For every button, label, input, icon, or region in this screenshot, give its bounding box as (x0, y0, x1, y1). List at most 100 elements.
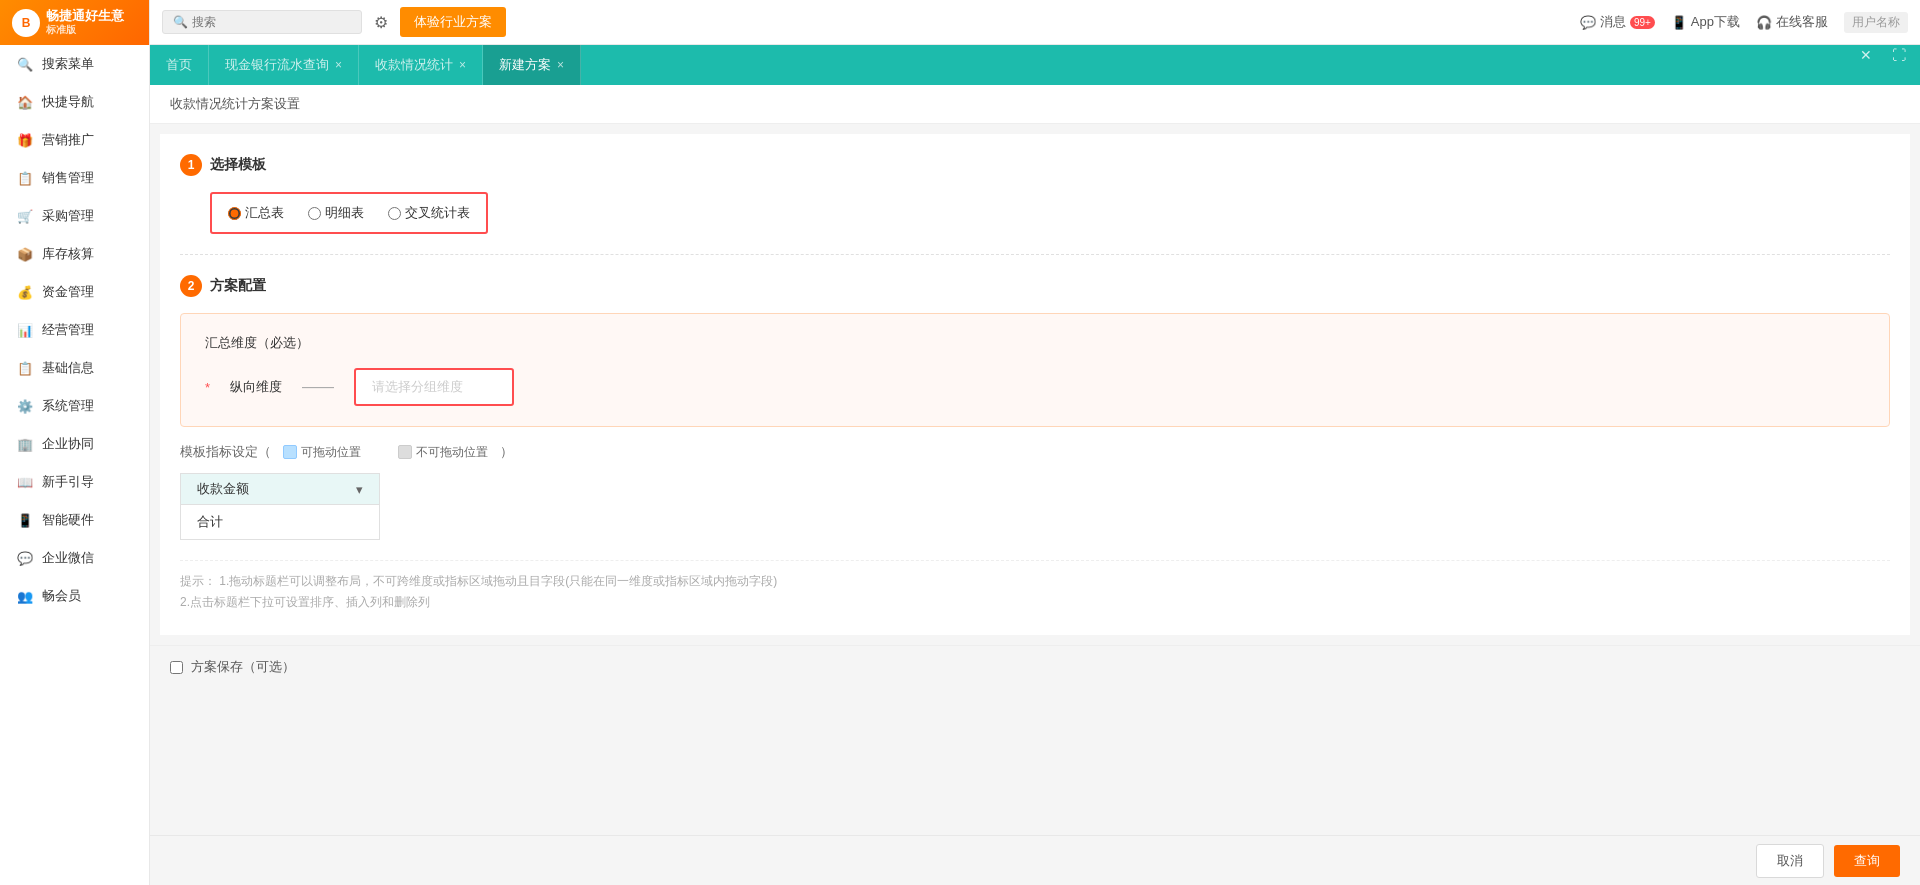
search-icon: 🔍 (173, 15, 188, 29)
tab-new-plan[interactable]: 新建方案 × (483, 45, 581, 85)
metrics-table-header[interactable]: 收款金额 ▾ (181, 474, 379, 505)
tips-section: 提示： 1.拖动标题栏可以调整布局，不可跨维度或指标区域拖动且目字段(只能在同一… (180, 560, 1890, 611)
radio-crosstab[interactable]: 交叉统计表 (388, 204, 470, 222)
close-new-plan-icon[interactable]: × (557, 58, 564, 72)
sidebar-item-enterprise[interactable]: 🏢 企业协同 (0, 425, 149, 463)
window-controls: ✕ ⛶ (1854, 45, 1920, 85)
query-button[interactable]: 查询 (1834, 845, 1900, 877)
form-section: 1 选择模板 汇总表 明细表 交叉统计表 2 (160, 134, 1910, 635)
window-maximize-icon[interactable]: ⛶ (1886, 45, 1912, 85)
sidebar-header: B 畅捷通好生意 标准版 (0, 0, 149, 45)
metrics-close-paren: ） (500, 443, 513, 461)
cancel-button[interactable]: 取消 (1756, 844, 1824, 878)
sidebar-item-inventory[interactable]: 📦 库存核算 (0, 235, 149, 273)
sidebar-item-operations[interactable]: 📊 经营管理 (0, 311, 149, 349)
sidebar-item-marketing[interactable]: 🎁 营销推广 (0, 121, 149, 159)
sidebar-item-hardware[interactable]: 📱 智能硬件 (0, 501, 149, 539)
messages-btn[interactable]: 💬 消息 99+ (1580, 13, 1655, 31)
radio-crosstab-input[interactable] (388, 207, 401, 220)
fixed-label: 不可拖动位置 (416, 444, 488, 461)
sidebar-item-basics[interactable]: 📋 基础信息 (0, 349, 149, 387)
step2-text: 方案配置 (210, 277, 266, 295)
purchase-icon: 🛒 (16, 207, 34, 225)
main-area: 🔍 ⚙ 体验行业方案 💬 消息 99+ 📱 App下载 🎧 在线客服 用户名称 (150, 0, 1920, 885)
guide-icon: 📖 (16, 473, 34, 491)
logo-icon: B (12, 9, 40, 37)
sidebar-item-search-menu[interactable]: 🔍 搜索菜单 (0, 45, 149, 83)
metrics-table: 收款金额 ▾ 合计 (180, 473, 380, 540)
tip-line-1: 提示： 1.拖动标题栏可以调整布局，不可跨维度或指标区域拖动且目字段(只能在同一… (180, 573, 1890, 590)
radio-detail-input[interactable] (308, 207, 321, 220)
tab-receipt-stats[interactable]: 收款情况统计 × (359, 45, 483, 85)
movable-indicator: 可拖动位置 (283, 444, 361, 461)
system-icon: ⚙️ (16, 397, 34, 415)
step1-label: 1 选择模板 (180, 154, 1890, 176)
sidebar-item-system[interactable]: ⚙️ 系统管理 (0, 387, 149, 425)
tabbar: 首页 现金银行流水查询 × 收款情况统计 × 新建方案 × ✕ ⛶ (150, 45, 1920, 85)
dimension-title: 汇总维度（必选） (205, 334, 1865, 352)
save-checkbox[interactable] (170, 661, 183, 674)
search-input[interactable] (192, 15, 351, 29)
step1-circle: 1 (180, 154, 202, 176)
wechat-icon: 💬 (16, 549, 34, 567)
tab-bank-flow[interactable]: 现金银行流水查询 × (209, 45, 359, 85)
radio-detail[interactable]: 明细表 (308, 204, 364, 222)
enterprise-icon: 🏢 (16, 435, 34, 453)
movable-dot (283, 445, 297, 459)
sidebar-item-quick-nav[interactable]: 🏠 快捷导航 (0, 83, 149, 121)
sidebar-item-finance[interactable]: 💰 资金管理 (0, 273, 149, 311)
window-close-icon[interactable]: ✕ (1854, 45, 1878, 85)
tip-line-2: 2.点击标题栏下拉可设置排序、插入列和删除列 (180, 594, 1890, 611)
footer-bar: 取消 查询 (150, 835, 1920, 885)
column-dropdown-icon[interactable]: ▾ (356, 482, 363, 497)
metrics-table-row: 合计 (181, 505, 379, 539)
save-option: 方案保存（可选） (150, 645, 1920, 688)
industry-btn[interactable]: 体验行业方案 (400, 7, 506, 37)
search-menu-icon: 🔍 (16, 55, 34, 73)
save-label[interactable]: 方案保存（可选） (191, 658, 295, 676)
user-avatar[interactable]: 用户名称 (1844, 12, 1908, 33)
search-box[interactable]: 🔍 (162, 10, 362, 34)
close-receipt-stats-icon[interactable]: × (459, 58, 466, 72)
metrics-header: 模板指标设定（ 可拖动位置 不可拖动位置 ） (180, 443, 1890, 461)
radio-summary-input[interactable] (228, 207, 241, 220)
inventory-icon: 📦 (16, 245, 34, 263)
gift-icon: 🎁 (16, 131, 34, 149)
required-marker: * (205, 380, 210, 395)
tab-home[interactable]: 首页 (150, 45, 209, 85)
sidebar-item-sales[interactable]: 📋 销售管理 (0, 159, 149, 197)
finance-icon: 💰 (16, 283, 34, 301)
app-icon: 📱 (1671, 15, 1687, 30)
fixed-dot (398, 445, 412, 459)
step2-circle: 2 (180, 275, 202, 297)
movable-label: 可拖动位置 (301, 444, 361, 461)
breadcrumb: 收款情况统计方案设置 (170, 96, 300, 111)
template-selection: 汇总表 明细表 交叉统计表 (210, 192, 488, 234)
content-area: 收款情况统计方案设置 1 选择模板 汇总表 明细表 交叉统计 (150, 85, 1920, 835)
radio-summary[interactable]: 汇总表 (228, 204, 284, 222)
metrics-separator (373, 443, 386, 461)
support-icon: 🎧 (1756, 15, 1772, 30)
sidebar-item-wechat[interactable]: 💬 企业微信 (0, 539, 149, 577)
dimension-section: 汇总维度（必选） * 纵向维度 —— 请选择分组维度 (180, 313, 1890, 427)
step2-label: 2 方案配置 (180, 275, 1890, 297)
radio-summary-label[interactable]: 汇总表 (245, 204, 284, 222)
sidebar-item-member[interactable]: 👥 畅会员 (0, 577, 149, 615)
logo-sub: 标准版 (46, 23, 124, 37)
radio-detail-label[interactable]: 明细表 (325, 204, 364, 222)
topbar-right: 💬 消息 99+ 📱 App下载 🎧 在线客服 用户名称 (1580, 12, 1908, 33)
close-bank-flow-icon[interactable]: × (335, 58, 342, 72)
column-header-text: 收款金额 (197, 480, 249, 498)
sidebar-item-guide[interactable]: 📖 新手引导 (0, 463, 149, 501)
arrow-icon: —— (302, 378, 334, 396)
online-support-btn[interactable]: 🎧 在线客服 (1756, 13, 1828, 31)
app-download-btn[interactable]: 📱 App下载 (1671, 13, 1740, 31)
dimension-select[interactable]: 请选择分组维度 (354, 368, 514, 406)
radio-crosstab-label[interactable]: 交叉统计表 (405, 204, 470, 222)
dimension-row: * 纵向维度 —— 请选择分组维度 (205, 368, 1865, 406)
sidebar-item-purchase[interactable]: 🛒 采购管理 (0, 197, 149, 235)
message-icon: 💬 (1580, 15, 1596, 30)
settings-icon[interactable]: ⚙ (370, 9, 392, 36)
page-header: 收款情况统计方案设置 (150, 85, 1920, 124)
operations-icon: 📊 (16, 321, 34, 339)
